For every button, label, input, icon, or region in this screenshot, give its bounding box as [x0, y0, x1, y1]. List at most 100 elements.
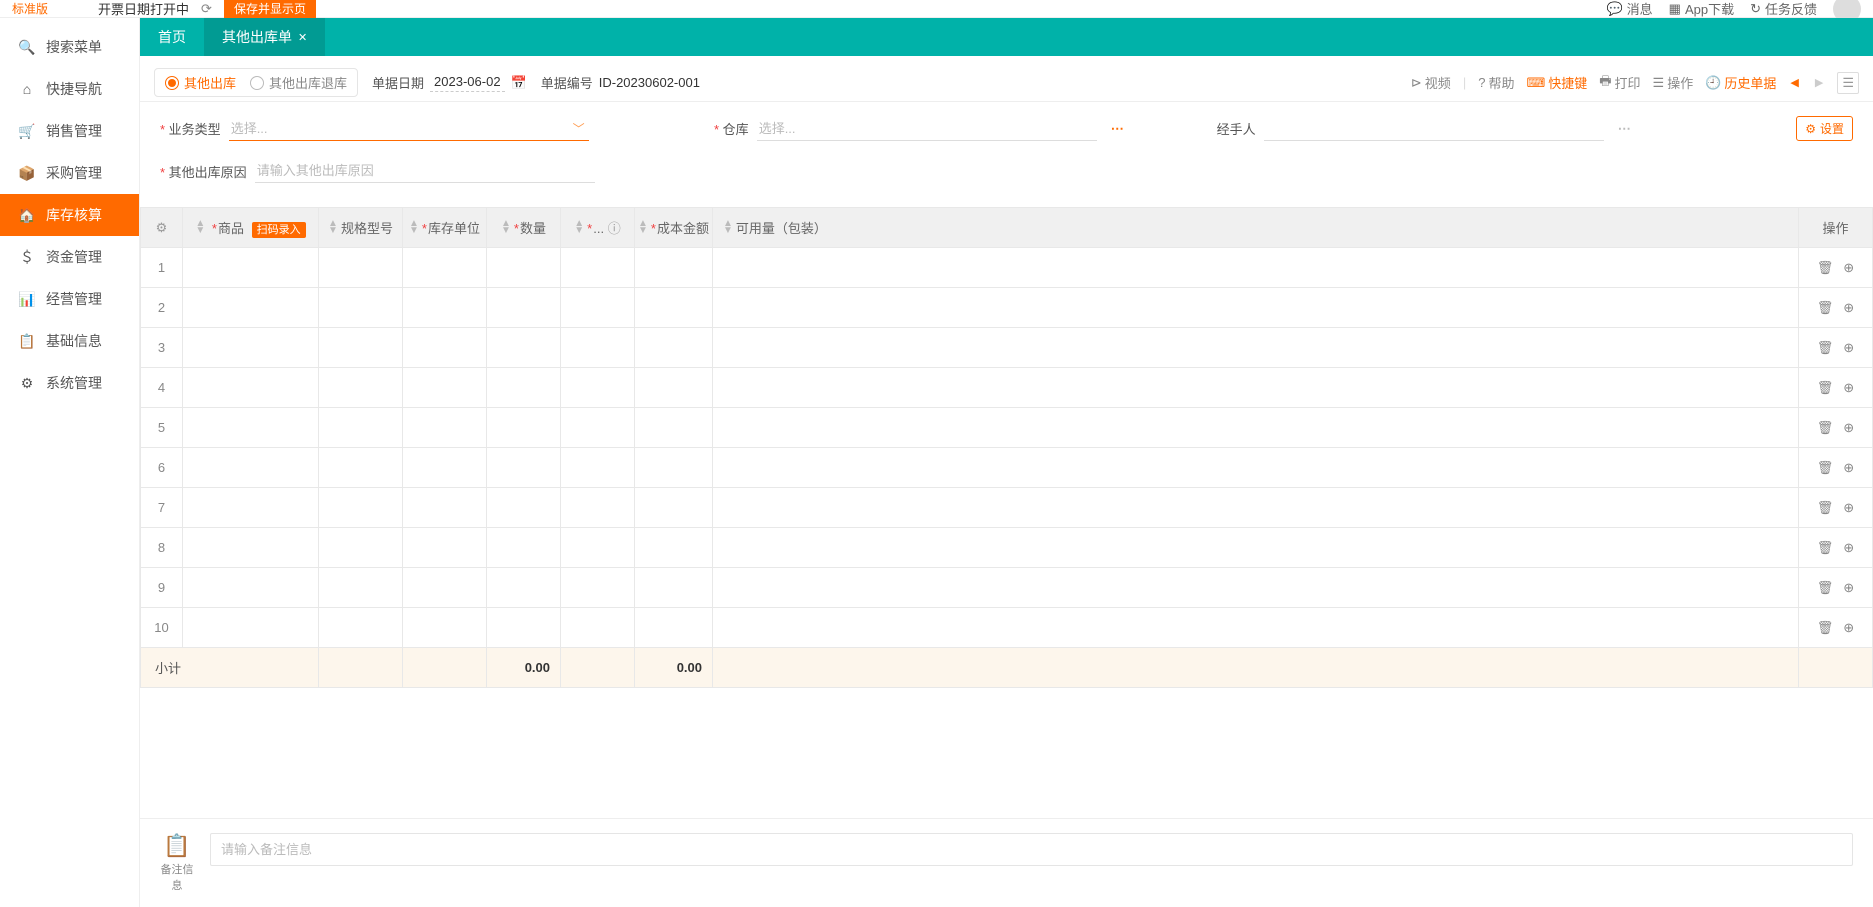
cell-unit[interactable]: [403, 528, 487, 568]
table-row[interactable]: 5🗑⊕: [141, 408, 1873, 448]
col-avail[interactable]: ▲▼可用量（包装）: [713, 208, 1799, 248]
close-icon[interactable]: ✕: [298, 31, 307, 44]
cell-product[interactable]: [183, 528, 319, 568]
delete-row-button[interactable]: 🗑: [1817, 540, 1834, 556]
table-row[interactable]: 1🗑⊕: [141, 248, 1873, 288]
cell-spec[interactable]: [319, 328, 403, 368]
cell-unit[interactable]: [403, 288, 487, 328]
col-spec[interactable]: ▲▼规格型号: [319, 208, 403, 248]
col-unit[interactable]: ▲▼*库存单位: [403, 208, 487, 248]
delete-row-button[interactable]: 🗑: [1817, 420, 1834, 436]
cell-avail[interactable]: [713, 568, 1799, 608]
warehouse-lookup-button[interactable]: ⋯: [1105, 121, 1126, 137]
cell-spec[interactable]: [319, 248, 403, 288]
cell-spec[interactable]: [319, 368, 403, 408]
cell-avail[interactable]: [713, 408, 1799, 448]
sidebar-item-basicinfo[interactable]: 📋 基础信息: [0, 320, 139, 362]
cell-unit[interactable]: [403, 448, 487, 488]
cell-product[interactable]: [183, 368, 319, 408]
add-row-button[interactable]: ⊕: [1843, 540, 1854, 556]
delete-row-button[interactable]: 🗑: [1817, 500, 1834, 516]
tool-shortcut[interactable]: ⌨快捷键: [1526, 73, 1587, 92]
table-row[interactable]: 6🗑⊕: [141, 448, 1873, 488]
top-app-download[interactable]: ▦App下载: [1669, 0, 1734, 18]
cell-qty[interactable]: [487, 448, 561, 488]
cell-unit[interactable]: [403, 568, 487, 608]
cell-qty[interactable]: [487, 568, 561, 608]
cell-cost[interactable]: [635, 448, 713, 488]
cell-product[interactable]: [183, 608, 319, 648]
cell-ellipsis[interactable]: [561, 288, 635, 328]
col-product[interactable]: ▲▼ *商品 扫码录入: [183, 208, 319, 248]
cell-ellipsis[interactable]: [561, 328, 635, 368]
cycle-icon[interactable]: ⟳: [201, 1, 212, 17]
cell-spec[interactable]: [319, 288, 403, 328]
sidebar-item-search[interactable]: 🔍 搜索菜单: [0, 26, 139, 68]
history-prev-button[interactable]: ◀: [1788, 76, 1800, 89]
cell-cost[interactable]: [635, 528, 713, 568]
add-row-button[interactable]: ⊕: [1843, 340, 1854, 356]
cell-ellipsis[interactable]: [561, 608, 635, 648]
cell-product[interactable]: [183, 328, 319, 368]
add-row-button[interactable]: ⊕: [1843, 460, 1854, 476]
cell-qty[interactable]: [487, 608, 561, 648]
cell-cost[interactable]: [635, 288, 713, 328]
sidebar-item-sales[interactable]: 🛒 销售管理: [0, 110, 139, 152]
cell-qty[interactable]: [487, 368, 561, 408]
cell-qty[interactable]: [487, 408, 561, 448]
tab-other-outbound[interactable]: 其他出库单 ✕: [204, 18, 325, 56]
cell-qty[interactable]: [487, 528, 561, 568]
calendar-icon[interactable]: 📅: [511, 75, 527, 91]
cell-ellipsis[interactable]: [561, 408, 635, 448]
cell-qty[interactable]: [487, 328, 561, 368]
table-row[interactable]: 10🗑⊕: [141, 608, 1873, 648]
sidebar-item-operation[interactable]: 📊 经营管理: [0, 278, 139, 320]
cell-product[interactable]: [183, 408, 319, 448]
cell-avail[interactable]: [713, 248, 1799, 288]
cell-avail[interactable]: [713, 328, 1799, 368]
radio-other-outbound[interactable]: 其他出库: [165, 73, 236, 92]
add-row-button[interactable]: ⊕: [1843, 300, 1854, 316]
cell-unit[interactable]: [403, 328, 487, 368]
table-row[interactable]: 2🗑⊕: [141, 288, 1873, 328]
add-row-button[interactable]: ⊕: [1843, 500, 1854, 516]
cell-qty[interactable]: [487, 488, 561, 528]
cell-spec[interactable]: [319, 408, 403, 448]
cell-spec[interactable]: [319, 608, 403, 648]
tool-history[interactable]: 🕘历史单据: [1705, 73, 1776, 92]
cell-product[interactable]: [183, 448, 319, 488]
add-row-button[interactable]: ⊕: [1843, 420, 1854, 436]
table-row[interactable]: 4🗑⊕: [141, 368, 1873, 408]
table-row[interactable]: 7🗑⊕: [141, 488, 1873, 528]
cell-product[interactable]: [183, 488, 319, 528]
cell-cost[interactable]: [635, 408, 713, 448]
cell-avail[interactable]: [713, 488, 1799, 528]
remarks-input[interactable]: [210, 833, 1853, 866]
cell-qty[interactable]: [487, 288, 561, 328]
cell-unit[interactable]: [403, 488, 487, 528]
cell-ellipsis[interactable]: [561, 528, 635, 568]
col-settings[interactable]: ⚙: [141, 208, 183, 248]
sidebar-item-funds[interactable]: ＄ 资金管理: [0, 236, 139, 278]
sidebar-item-purchase[interactable]: 📦 采购管理: [0, 152, 139, 194]
scan-entry-tag[interactable]: 扫码录入: [252, 222, 306, 238]
tool-operate[interactable]: ☰操作: [1653, 73, 1694, 92]
tab-home[interactable]: 首页: [140, 18, 204, 56]
cell-cost[interactable]: [635, 568, 713, 608]
cell-cost[interactable]: [635, 328, 713, 368]
handler-input[interactable]: [1264, 117, 1604, 141]
delete-row-button[interactable]: 🗑: [1817, 620, 1834, 636]
cell-cost[interactable]: [635, 248, 713, 288]
settings-button[interactable]: ⚙设置: [1796, 116, 1853, 141]
delete-row-button[interactable]: 🗑: [1817, 300, 1834, 316]
layout-toggle-button[interactable]: ☰: [1837, 72, 1859, 94]
cell-spec[interactable]: [319, 528, 403, 568]
col-qty[interactable]: ▲▼*数量: [487, 208, 561, 248]
tool-help[interactable]: ?帮助: [1478, 73, 1514, 92]
reason-input[interactable]: [255, 159, 595, 183]
cell-cost[interactable]: [635, 368, 713, 408]
delete-row-button[interactable]: 🗑: [1817, 580, 1834, 596]
cell-avail[interactable]: [713, 608, 1799, 648]
sidebar-item-system[interactable]: ⚙ 系统管理: [0, 362, 139, 404]
add-row-button[interactable]: ⊕: [1843, 380, 1854, 396]
